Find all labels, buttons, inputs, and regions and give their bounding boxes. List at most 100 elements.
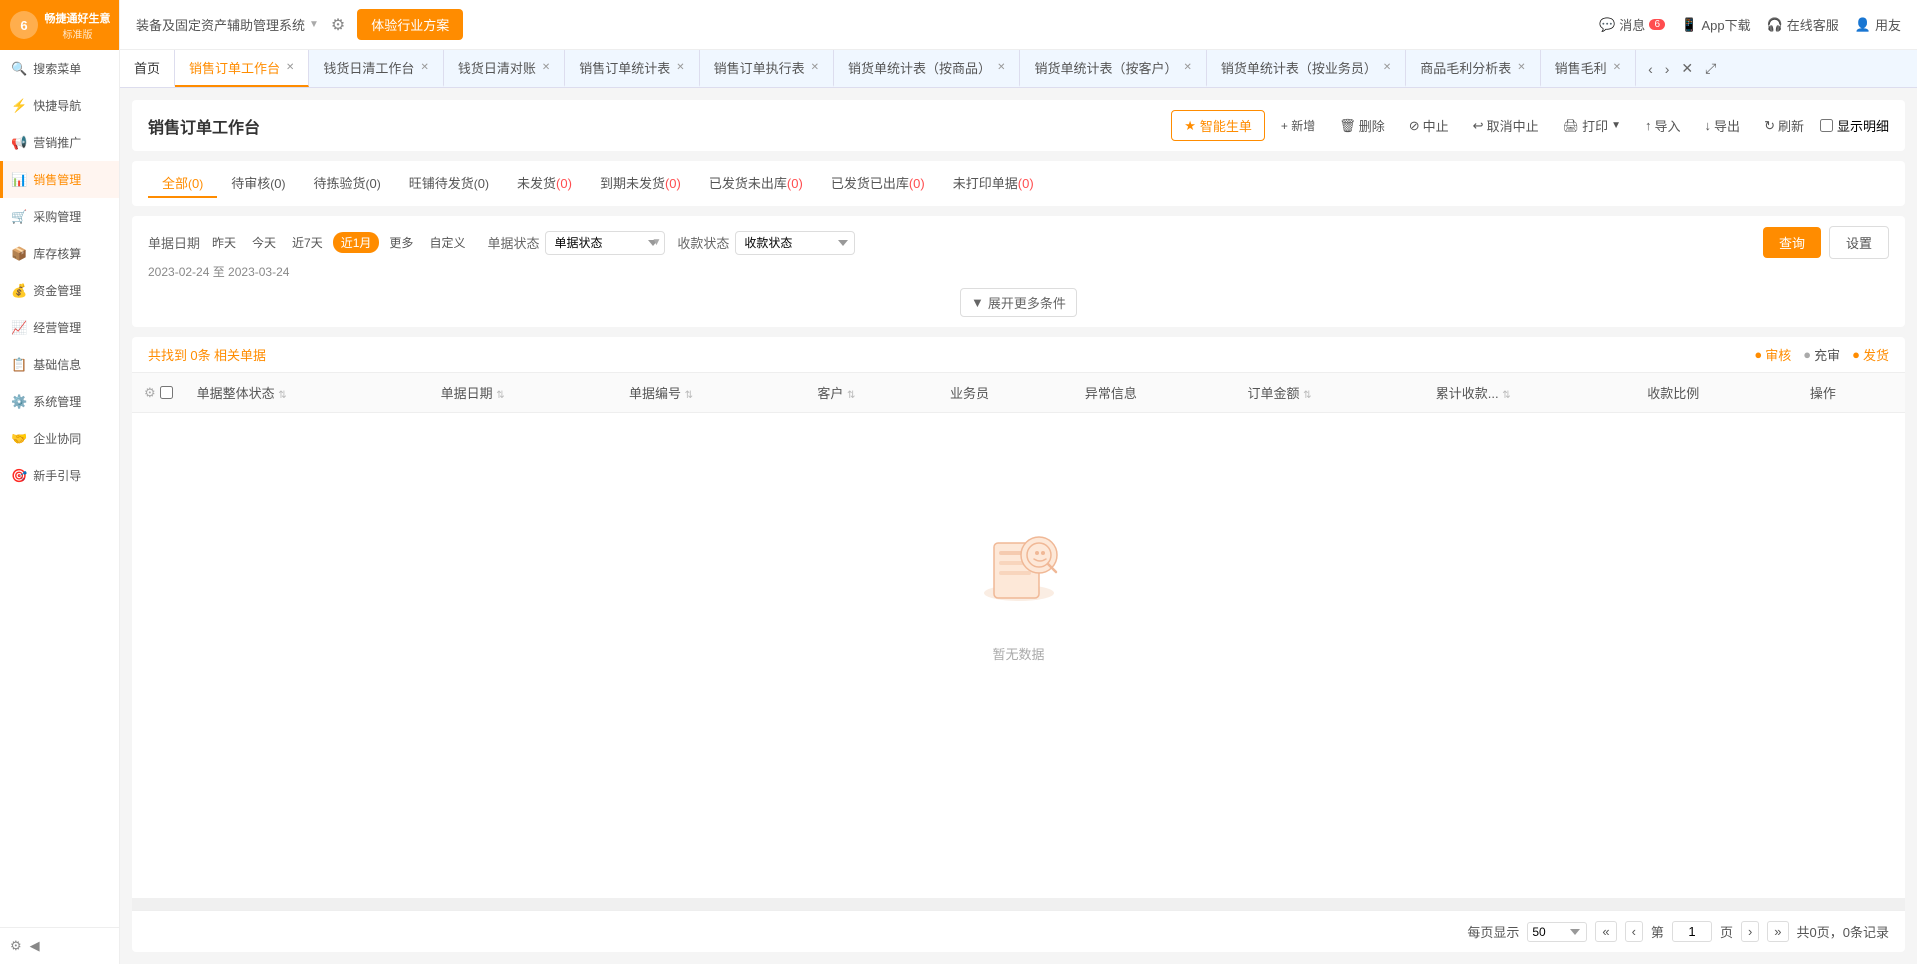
export-button[interactable]: ↓ 导出 bbox=[1697, 111, 1749, 140]
tab-cash-reconcile[interactable]: 钱货日清对账 ✕ bbox=[444, 50, 565, 87]
tab-sales-exec[interactable]: 销售订单执行表 ✕ bbox=[700, 50, 834, 87]
stop-button[interactable]: ⊘ 中止 bbox=[1401, 111, 1457, 140]
date-yesterday[interactable]: 昨天 bbox=[206, 232, 242, 253]
subtab-pending-review[interactable]: 待审核(0) bbox=[217, 169, 299, 198]
tab-home[interactable]: 首页 bbox=[120, 50, 175, 87]
tab-nav: ‹ › ✕ ⤢ bbox=[1636, 50, 1728, 87]
settings-icon[interactable]: ⚙ bbox=[10, 938, 22, 954]
tab-sales-by-product[interactable]: 销货单统计表（按商品） ✕ bbox=[834, 50, 1020, 87]
topbar-gear-icon[interactable]: ⚙ bbox=[331, 15, 345, 35]
status-select[interactable]: 单据状态 bbox=[545, 231, 665, 255]
sort-date-icon[interactable]: ⇅ bbox=[496, 390, 504, 401]
sidebar-item-inventory[interactable]: 📦 库存核算 bbox=[0, 235, 119, 272]
sort-customer-icon[interactable]: ⇅ bbox=[847, 390, 855, 401]
sidebar-item-marketing[interactable]: 📢 营销推广 bbox=[0, 124, 119, 161]
system-title-dropdown[interactable]: 装备及固定资产辅助管理系统 ▼ bbox=[136, 15, 319, 34]
subtab-overdue[interactable]: 到期未发货(0) bbox=[586, 169, 695, 198]
online-service-item[interactable]: 🎧 在线客服 bbox=[1767, 15, 1839, 34]
last-page-button[interactable]: » bbox=[1767, 921, 1788, 942]
show-detail-label[interactable]: 显示明细 bbox=[1820, 116, 1889, 135]
tab-sales-by-staff[interactable]: 销货单统计表（按业务员） ✕ bbox=[1207, 50, 1406, 87]
tab-close-sales-by-customer[interactable]: ✕ bbox=[1183, 62, 1191, 73]
add-button[interactable]: + 新增 bbox=[1273, 112, 1323, 139]
sidebar-item-enterprise[interactable]: 🤝 企业协同 bbox=[0, 420, 119, 457]
import-button[interactable]: ↑ 导入 bbox=[1637, 111, 1689, 140]
tab-sales-by-customer[interactable]: 销货单统计表（按客户） ✕ bbox=[1020, 50, 1206, 87]
tab-scroll-right[interactable]: › bbox=[1661, 57, 1674, 81]
tab-scroll-left[interactable]: ‹ bbox=[1644, 57, 1657, 81]
tab-close-sales-exec[interactable]: ✕ bbox=[811, 62, 819, 73]
query-button[interactable]: 查询 bbox=[1763, 227, 1821, 258]
smart-create-button[interactable]: ★ 智能生单 bbox=[1171, 110, 1265, 141]
subtab-not-printed[interactable]: 未打印单据(0) bbox=[939, 169, 1048, 198]
date-7days[interactable]: 近7天 bbox=[286, 232, 329, 253]
cancel-review-op-button[interactable]: ● 充审 bbox=[1803, 345, 1840, 364]
ship-op-button[interactable]: ● 发货 bbox=[1852, 345, 1889, 364]
settings-button[interactable]: 设置 bbox=[1829, 226, 1889, 259]
collapse-icon[interactable]: ◀ bbox=[30, 938, 40, 954]
expand-icon: ▼ bbox=[971, 295, 984, 310]
tab-close-all[interactable]: ✕ bbox=[1677, 56, 1697, 81]
date-custom[interactable]: 自定义 bbox=[423, 232, 471, 253]
refresh-button[interactable]: ↻ 刷新 bbox=[1756, 111, 1812, 140]
sort-number-icon[interactable]: ⇅ bbox=[685, 390, 693, 401]
tab-close-sales-stats[interactable]: ✕ bbox=[676, 62, 684, 73]
message-icon-item[interactable]: 💬 消息 6 bbox=[1599, 15, 1665, 34]
tab-sales-stats[interactable]: 销售订单统计表 ✕ bbox=[565, 50, 699, 87]
first-page-button[interactable]: « bbox=[1595, 921, 1616, 942]
sidebar-item-operations[interactable]: 📈 经营管理 bbox=[0, 309, 119, 346]
date-more[interactable]: 更多 bbox=[383, 232, 419, 253]
sort-amount-icon[interactable]: ⇅ bbox=[1303, 390, 1311, 401]
app-download-item[interactable]: 📱 App下载 bbox=[1681, 15, 1750, 34]
table-scroll-container[interactable]: ⚙ 单据整体状态 ⇅ 单据日期 ⇅ bbox=[132, 373, 1905, 898]
subtab-all[interactable]: 全部(0) bbox=[148, 169, 217, 198]
sort-status-icon[interactable]: ⇅ bbox=[278, 390, 286, 401]
subtab-shipped-not-out[interactable]: 已发货未出库(0) bbox=[695, 169, 817, 198]
tab-sales-order-workbench[interactable]: 销售订单工作台 ✕ bbox=[175, 50, 309, 87]
tab-maximize[interactable]: ⤢ bbox=[1701, 56, 1720, 81]
date-today[interactable]: 今天 bbox=[246, 232, 282, 253]
cancel-stop-button[interactable]: ↩ 取消中止 bbox=[1465, 111, 1547, 140]
solution-button[interactable]: 体验行业方案 bbox=[357, 9, 463, 40]
sidebar-item-quick-nav[interactable]: ⚡ 快捷导航 bbox=[0, 87, 119, 124]
sidebar-item-finance[interactable]: 💰 资金管理 bbox=[0, 272, 119, 309]
page-size-select[interactable]: 20 50 100 bbox=[1527, 922, 1587, 942]
show-detail-checkbox[interactable] bbox=[1820, 119, 1833, 132]
review-op-button[interactable]: ● 审核 bbox=[1754, 345, 1791, 364]
review-dot: ● bbox=[1754, 347, 1762, 362]
tab-close-sales-by-staff[interactable]: ✕ bbox=[1383, 62, 1391, 73]
expand-filter-button[interactable]: ▼ 展开更多条件 bbox=[960, 288, 1077, 317]
sort-collected-icon[interactable]: ⇅ bbox=[1502, 390, 1510, 401]
sidebar-item-system[interactable]: ⚙️ 系统管理 bbox=[0, 383, 119, 420]
prev-page-button[interactable]: ‹ bbox=[1625, 921, 1643, 942]
tab-close-sales-by-product[interactable]: ✕ bbox=[997, 62, 1005, 73]
subtab-pending-inspect[interactable]: 待拣验货(0) bbox=[300, 169, 395, 198]
sidebar-item-guide[interactable]: 🎯 新手引导 bbox=[0, 457, 119, 494]
subtab-not-shipped[interactable]: 未发货(0) bbox=[503, 169, 586, 198]
date-1month[interactable]: 近1月 bbox=[333, 232, 380, 253]
next-page-button[interactable]: › bbox=[1741, 921, 1759, 942]
print-button[interactable]: 🖨 打印 ▼ bbox=[1555, 111, 1629, 140]
sidebar-item-basic-info[interactable]: 📋 基础信息 bbox=[0, 346, 119, 383]
subtab-shipped-out[interactable]: 已发货已出库(0) bbox=[817, 169, 939, 198]
payment-select[interactable]: 收款状态 bbox=[735, 231, 855, 255]
box-icon: 📦 bbox=[11, 246, 27, 262]
tab-gross-margin[interactable]: 商品毛利分析表 ✕ bbox=[1406, 50, 1540, 87]
sidebar-item-sales[interactable]: 📊 销售管理 bbox=[0, 161, 119, 198]
tab-close-cash-daily[interactable]: ✕ bbox=[420, 62, 428, 73]
tab-close-gross-margin[interactable]: ✕ bbox=[1517, 62, 1525, 73]
page-number-input[interactable] bbox=[1672, 921, 1712, 942]
tab-close-sales-order[interactable]: ✕ bbox=[286, 62, 294, 73]
tab-close-cash-reconcile[interactable]: ✕ bbox=[542, 62, 550, 73]
sidebar-item-purchase[interactable]: 🛒 采购管理 bbox=[0, 198, 119, 235]
tab-close-sales-profit[interactable]: ✕ bbox=[1613, 62, 1621, 73]
sidebar-item-search[interactable]: 🔍 搜索菜单 bbox=[0, 50, 119, 87]
subtab-wangpu[interactable]: 旺铺待发货(0) bbox=[395, 169, 503, 198]
select-all-checkbox[interactable] bbox=[160, 386, 173, 399]
horizontal-scrollbar[interactable] bbox=[132, 898, 1905, 910]
tab-cash-daily[interactable]: 钱货日清工作台 ✕ bbox=[309, 50, 443, 87]
tab-sales-profit[interactable]: 销售毛利 ✕ bbox=[1541, 50, 1636, 87]
delete-button[interactable]: 🗑 删除 bbox=[1331, 111, 1393, 140]
user-item[interactable]: 👤 用友 bbox=[1855, 15, 1901, 34]
column-settings-icon[interactable]: ⚙ bbox=[144, 385, 156, 401]
